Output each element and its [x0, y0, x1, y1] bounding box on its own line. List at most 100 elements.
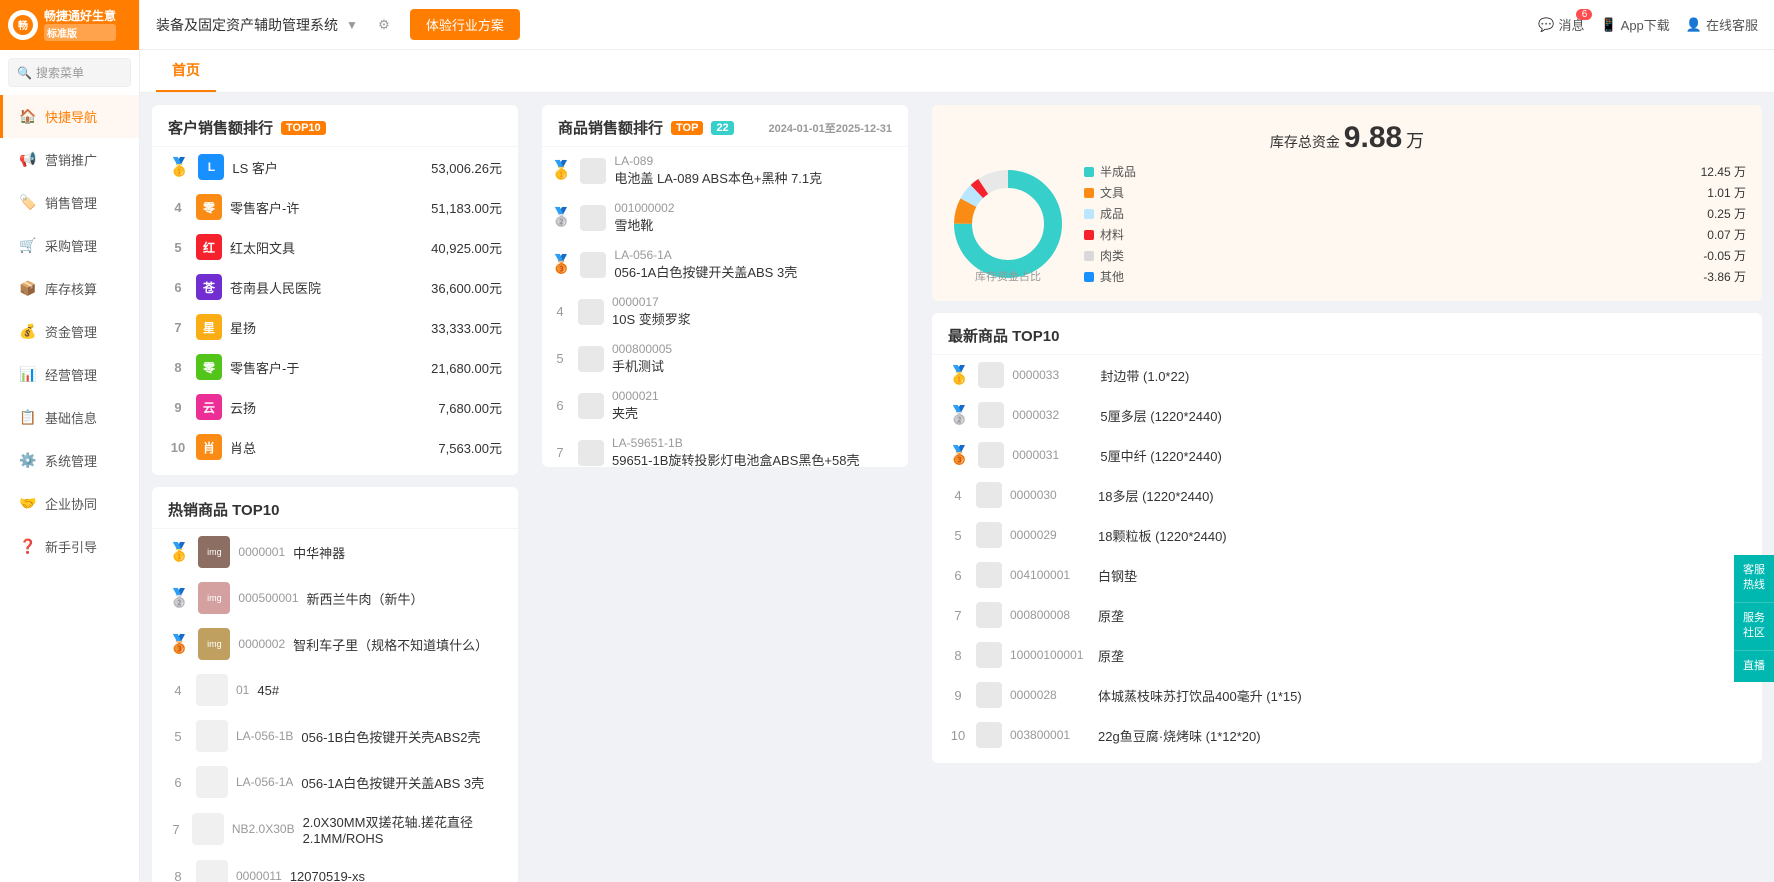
hot-item[interactable]: 7 NB2.0X30B 2.0X30MM双搓花轴.搓花直径2.1MM/ROHS	[160, 805, 510, 853]
new-prod-item[interactable]: 8 10000100001 原垄	[940, 635, 1754, 675]
rank-item[interactable]: 🥇 LA-089 电池盖 LA-089 ABS本色+黑种 7.1克	[542, 147, 908, 194]
product-name: 5厘多层 (1220*2440)	[1100, 406, 1746, 425]
purchase-icon: 🛒	[19, 237, 37, 255]
hot-item[interactable]: 5 LA-056-1B 056-1B白色按键开关壳ABS2壳	[160, 713, 510, 759]
rank-item[interactable]: 5 红 红太阳文具 40,925.00元	[160, 227, 510, 267]
sidebar-item-shortcut[interactable]: 🏠 快捷导航	[0, 95, 139, 138]
sidebar-item-label: 快捷导航	[45, 107, 97, 126]
avatar: L	[198, 154, 224, 180]
avatar: 零	[196, 354, 222, 380]
collab-icon: 🤝	[19, 495, 37, 513]
rank-item[interactable]: 4 0000017 10S 变频罗浆	[542, 288, 908, 335]
sidebar-item-sales[interactable]: 🏷️ 销售管理	[0, 181, 139, 224]
legend-value: 12.45 万	[1701, 163, 1746, 180]
new-prod-item[interactable]: 5 0000029 18颗粒板 (1220*2440)	[940, 515, 1754, 555]
legend-name: 文具	[1100, 184, 1701, 201]
message-badge: 6	[1576, 9, 1592, 20]
sidebar-item-purchase[interactable]: 🛒 采购管理	[0, 224, 139, 267]
online-service-button[interactable]: 👤 在线客服	[1686, 15, 1758, 34]
product-name: 原垄	[1098, 646, 1746, 665]
new-prod-item[interactable]: 7 000800008 原垄	[940, 595, 1754, 635]
rank-item[interactable]: 6 0000021 夹壳	[542, 382, 908, 429]
legend-item: 其他 -3.86 万	[1084, 268, 1746, 285]
product-name: 056-1B白色按键开关壳ABS2壳	[301, 727, 480, 746]
new-prod-item[interactable]: 4 0000030 18多层 (1220*2440)	[940, 475, 1754, 515]
legend-name: 其他	[1100, 268, 1697, 285]
product-code: 0000032	[1012, 408, 1092, 422]
inventory-icon: 📦	[19, 280, 37, 298]
hot-item[interactable]: 6 LA-056-1A 056-1A白色按键开关盖ABS 3壳	[160, 759, 510, 805]
search-menu-button[interactable]: 🔍 搜索菜单	[8, 58, 131, 87]
rank-item[interactable]: 7 星 星扬 33,333.00元	[160, 307, 510, 347]
rank-item[interactable]: 🥉 LA-056-1A 056-1A白色按键开关盖ABS 3壳	[542, 241, 908, 288]
medal-icon: 🥉	[948, 445, 970, 466]
new-prod-item[interactable]: 🥉 0000031 5厘中纤 (1220*2440)	[940, 435, 1754, 475]
new-products-title: 最新商品 TOP10	[932, 313, 1762, 355]
sidebar-item-guide[interactable]: ❓ 新手引导	[0, 525, 139, 568]
sidebar-item-collab[interactable]: 🤝 企业协同	[0, 482, 139, 525]
hot-item[interactable]: 4 01 45#	[160, 667, 510, 713]
sidebar-item-finance[interactable]: 💰 资金管理	[0, 310, 139, 353]
product-image	[976, 682, 1002, 708]
product-name: 白钢垫	[1098, 566, 1746, 585]
medal-icon: 🥇	[168, 542, 190, 563]
legend-value: -0.05 万	[1703, 247, 1746, 264]
product-code: 003800001	[1010, 728, 1090, 742]
product-ranking-panel: 商品销售额排行 TOP 22 2024-01-01至2025-12-31 🥇 L…	[542, 105, 908, 467]
medal-icon: 🥉	[168, 634, 190, 655]
rank-num: 10	[168, 440, 188, 455]
new-prod-item[interactable]: 🥇 0000033 封边带 (1.0*22)	[940, 355, 1754, 395]
new-products-panel: 最新商品 TOP10 🥇 0000033 封边带 (1.0*22) 🥈 0000…	[932, 313, 1762, 763]
hot-item[interactable]: 🥈 img 000500001 新西兰牛肉（新牛）	[160, 575, 510, 621]
rank-num: 7	[168, 822, 184, 837]
sidebar-item-marketing[interactable]: 📢 营销推广	[0, 138, 139, 181]
sidebar-item-system[interactable]: ⚙️ 系统管理	[0, 439, 139, 482]
rank-item[interactable]: 4 零 零售客户-许 51,183.00元	[160, 187, 510, 227]
settings-button[interactable]: ⚙	[370, 11, 398, 39]
tab-home[interactable]: 首页	[156, 50, 216, 92]
app-version: 标准版	[44, 24, 116, 41]
rank-item[interactable]: 🥇 L LS 客户 53,006.26元	[160, 147, 510, 187]
sidebar-item-label: 销售管理	[45, 193, 97, 212]
rank-item[interactable]: 10 肖 肖总 7,563.00元	[160, 427, 510, 467]
live-button[interactable]: 直播	[1734, 651, 1774, 682]
message-button[interactable]: 💬 消息 6	[1538, 15, 1584, 34]
rank-num: 5	[168, 240, 188, 255]
rank-item[interactable]: 9 云 云扬 7,680.00元	[160, 387, 510, 427]
rank-item[interactable]: 8 零 零售客户-于 21,680.00元	[160, 347, 510, 387]
system-selector[interactable]: 装备及固定资产辅助管理系统 ▼	[156, 15, 358, 35]
hot-item[interactable]: 🥉 img 0000002 智利车子里（规格不知道填什么）	[160, 621, 510, 667]
donut-chart: 库存资金占比	[948, 164, 1068, 284]
hot-item[interactable]: 🥇 img 0000001 中华神器	[160, 529, 510, 575]
product-image	[578, 393, 604, 419]
rank-item[interactable]: 5 000800005 手机测试	[542, 335, 908, 382]
service-community-button[interactable]: 服务社区	[1734, 603, 1774, 651]
legend-item: 文具 1.01 万	[1084, 184, 1746, 201]
date-label: 2024-01-01至2025-12-31	[768, 120, 892, 136]
experience-button[interactable]: 体验行业方案	[410, 9, 520, 40]
new-prod-item[interactable]: 🥈 0000032 5厘多层 (1220*2440)	[940, 395, 1754, 435]
customer-name: 云扬	[230, 398, 430, 417]
sidebar-item-basics[interactable]: 📋 基础信息	[0, 396, 139, 439]
rank-item[interactable]: 🥈 001000002 雪地靴	[542, 194, 908, 241]
hot-item[interactable]: 8 0000011 12070519-xs	[160, 853, 510, 882]
rank-item[interactable]: 6 苍 苍南县人民医院 36,600.00元	[160, 267, 510, 307]
sidebar-item-inventory[interactable]: 📦 库存核算	[0, 267, 139, 310]
app-download-button[interactable]: 📱 App下载	[1600, 15, 1669, 34]
legend-value: 0.07 万	[1707, 226, 1746, 243]
sidebar-item-operations[interactable]: 📊 经营管理	[0, 353, 139, 396]
new-prod-item[interactable]: 9 0000028 体城蒸枝味苏打饮品400毫升 (1*15)	[940, 675, 1754, 715]
product-image	[976, 562, 1002, 588]
new-prod-item[interactable]: 10 003800001 22g鱼豆腐·烧烤味 (1*12*20)	[940, 715, 1754, 755]
legend-value: 1.01 万	[1707, 184, 1746, 201]
product-code: 10000100001	[1010, 648, 1090, 662]
product-code: LA-056-1A	[614, 248, 900, 262]
rank-item[interactable]: 7 LA-59651-1B 59651-1B旋转投影灯电池盒ABS黑色+58壳	[542, 429, 908, 467]
product-code: NB2.0X30B	[232, 822, 295, 836]
legend-value: 0.25 万	[1707, 205, 1746, 222]
sidebar-item-label: 新手引导	[45, 537, 97, 556]
new-prod-item[interactable]: 6 004100001 白钢垫	[940, 555, 1754, 595]
product-image	[578, 346, 604, 372]
rank-num: 6	[948, 568, 968, 583]
customer-service-button[interactable]: 客服热线	[1734, 555, 1774, 603]
